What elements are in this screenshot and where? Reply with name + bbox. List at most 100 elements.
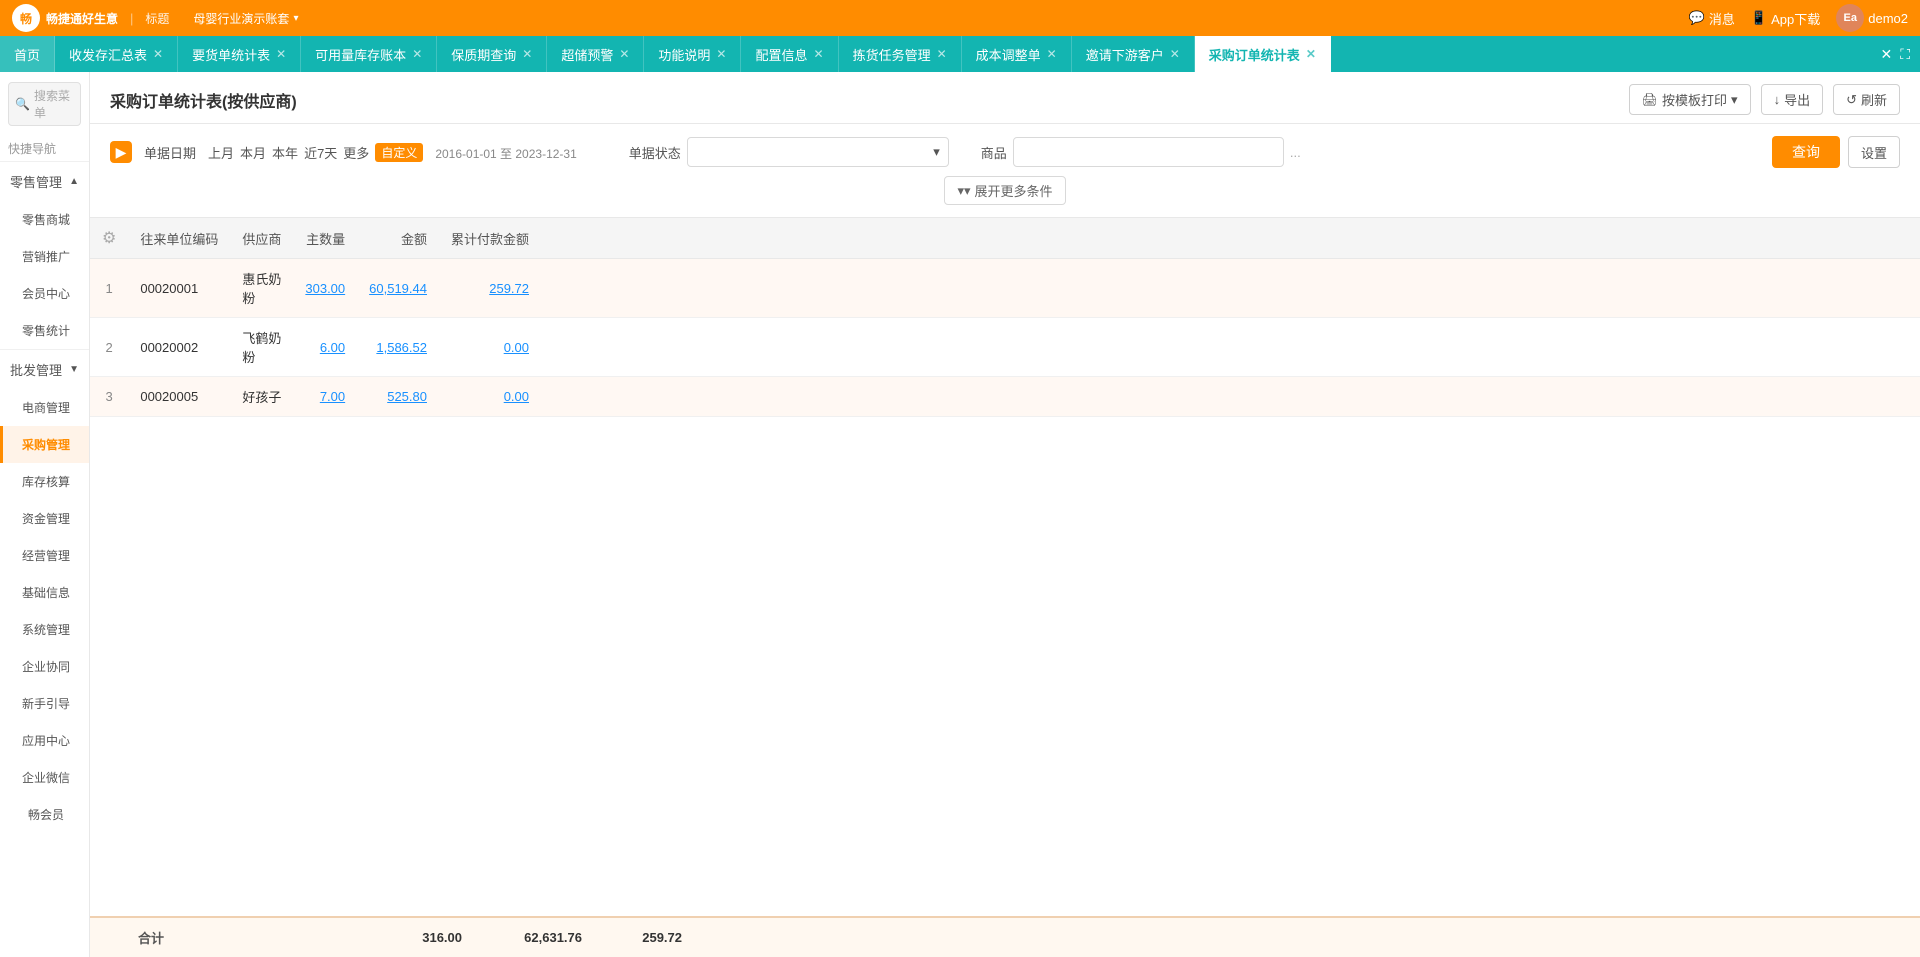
cell-amount[interactable]: 60,519.44 bbox=[357, 259, 439, 318]
shortcut-more[interactable]: 更多 bbox=[343, 143, 369, 162]
tab-cost-adj[interactable]: 成本调整单 ✕ bbox=[962, 36, 1072, 72]
tab-expiry[interactable]: 保质期查询 ✕ bbox=[437, 36, 547, 72]
tab-picking[interactable]: 拣货任务管理 ✕ bbox=[839, 36, 962, 72]
sidebar-item-wechat[interactable]: 企业微信 bbox=[0, 759, 89, 796]
table-body: 1 00020001 惠氏奶粉 303.00 60,519.44 259.72 … bbox=[90, 259, 1920, 417]
col-settings: ⚙ bbox=[90, 218, 128, 259]
sidebar-item-enterprise[interactable]: 企业协同 bbox=[0, 648, 89, 685]
cell-qty[interactable]: 7.00 bbox=[293, 377, 357, 417]
filter-more-row: ▾▾ 展开更多条件 bbox=[110, 176, 1900, 205]
sidebar-item-app-center[interactable]: 应用中心 bbox=[0, 722, 89, 759]
tab-close-icon[interactable]: ✕ bbox=[1306, 47, 1316, 61]
sidebar-item-purchase[interactable]: 采购管理 bbox=[0, 426, 89, 463]
shortcut-this-year[interactable]: 本年 bbox=[272, 143, 298, 162]
goods-more-icon[interactable]: ... bbox=[1290, 145, 1301, 160]
column-settings-icon[interactable]: ⚙ bbox=[102, 230, 116, 247]
tab-label: 成本调整单 bbox=[976, 45, 1041, 64]
tab-close-icon[interactable]: ✕ bbox=[619, 47, 629, 61]
tab-overstock[interactable]: 超储预警 ✕ bbox=[547, 36, 644, 72]
filter-toggle-btn[interactable]: ▶ bbox=[110, 141, 132, 163]
table-row: 1 00020001 惠氏奶粉 303.00 60,519.44 259.72 bbox=[90, 259, 1920, 318]
query-button[interactable]: 查询 bbox=[1772, 136, 1840, 168]
col-qty: 主数量 bbox=[293, 218, 357, 259]
shortcut-last-month[interactable]: 上月 bbox=[208, 143, 234, 162]
shortcut-7days[interactable]: 近7天 bbox=[304, 143, 337, 162]
tab-home[interactable]: 首页 bbox=[0, 36, 55, 72]
tab-config[interactable]: 配置信息 ✕ bbox=[741, 36, 838, 72]
sidebar-item-guide[interactable]: 新手引导 bbox=[0, 685, 89, 722]
user-avatar-btn[interactable]: Ea demo2 bbox=[1836, 4, 1908, 32]
print-button[interactable]: 🖨 按模板打印 ▾ bbox=[1629, 84, 1751, 115]
tab-receive-send[interactable]: 收发存汇总表 ✕ bbox=[55, 36, 178, 72]
goods-input[interactable] bbox=[1013, 137, 1284, 167]
sidebar-item-ecommerce[interactable]: 电商管理 bbox=[0, 389, 89, 426]
tab-label: 拣货任务管理 bbox=[853, 45, 931, 64]
col-paid: 累计付款金额 bbox=[439, 218, 541, 259]
cell-qty[interactable]: 6.00 bbox=[293, 318, 357, 377]
search-input[interactable]: 🔍 搜索菜单 bbox=[8, 82, 81, 126]
tab-close-icon[interactable]: ✕ bbox=[937, 47, 947, 61]
sidebar-item-label: 企业微信 bbox=[22, 769, 70, 786]
tab-close-icon[interactable]: ✕ bbox=[716, 47, 726, 61]
top-bar-right: 💬 消息 📱 App下载 Ea demo2 bbox=[1689, 4, 1908, 32]
status-select[interactable]: ▾ bbox=[687, 137, 949, 167]
tab-label: 可用量库存账本 bbox=[315, 45, 406, 64]
tab-close-icon[interactable]: ✕ bbox=[814, 47, 824, 61]
cell-extra bbox=[541, 259, 1920, 318]
tab-close-icon[interactable]: ✕ bbox=[1170, 47, 1180, 61]
tab-invite[interactable]: 邀请下游客户 ✕ bbox=[1072, 36, 1195, 72]
sidebar-item-member[interactable]: 会员中心 bbox=[0, 275, 89, 312]
tab-purchase-stats[interactable]: 采购订单统计表 ✕ bbox=[1195, 36, 1331, 72]
tab-available-stock[interactable]: 可用量库存账本 ✕ bbox=[301, 36, 437, 72]
settings-button[interactable]: 设置 bbox=[1848, 136, 1900, 168]
tab-close-icon[interactable]: ✕ bbox=[1047, 47, 1057, 61]
table-wrap: ⚙ 往来单位编码 供应商 主数量 金额 累计付款金额 1 00020001 惠氏… bbox=[90, 218, 1920, 916]
tab-label: 收发存汇总表 bbox=[69, 45, 147, 64]
sidebar-item-operation[interactable]: 经营管理 bbox=[0, 537, 89, 574]
sidebar-item-system[interactable]: 系统管理 bbox=[0, 611, 89, 648]
tab-purchase-order[interactable]: 要货单统计表 ✕ bbox=[178, 36, 301, 72]
sidebar-item-member2[interactable]: 畅会员 bbox=[0, 796, 89, 833]
sidebar-item-label: 营销推广 bbox=[22, 248, 70, 265]
sidebar-item-finance[interactable]: 资金管理 bbox=[0, 500, 89, 537]
sidebar-item-retail-shop[interactable]: 零售商城 bbox=[0, 201, 89, 238]
search-placeholder: 搜索菜单 bbox=[34, 87, 74, 121]
refresh-button[interactable]: ↺ 刷新 bbox=[1833, 84, 1900, 115]
tab-close-icon[interactable]: ✕ bbox=[276, 47, 286, 61]
sidebar-item-label: 畅会员 bbox=[28, 806, 64, 823]
tab-close-icon[interactable]: ✕ bbox=[412, 47, 422, 61]
cell-paid[interactable]: 0.00 bbox=[439, 318, 541, 377]
cell-paid[interactable]: 259.72 bbox=[439, 259, 541, 318]
tab-label: 保质期查询 bbox=[451, 45, 516, 64]
tab-function-desc[interactable]: 功能说明 ✕ bbox=[644, 36, 741, 72]
sidebar-item-retail-mgmt[interactable]: 零售管理 ▲ bbox=[0, 162, 89, 201]
cell-paid[interactable]: 0.00 bbox=[439, 377, 541, 417]
print-label: 按模板打印 bbox=[1662, 90, 1727, 109]
messages-btn[interactable]: 💬 消息 bbox=[1689, 9, 1735, 28]
chevron-up-icon: ▲ bbox=[69, 176, 79, 187]
cell-amount[interactable]: 525.80 bbox=[357, 377, 439, 417]
sidebar-item-label: 库存核算 bbox=[22, 473, 70, 490]
tab-close-icon[interactable]: ✕ bbox=[522, 47, 532, 61]
sidebar-item-retail-stats[interactable]: 零售统计 bbox=[0, 312, 89, 349]
shortcut-this-month[interactable]: 本月 bbox=[240, 143, 266, 162]
tab-close-icon[interactable]: ✕ bbox=[153, 47, 163, 61]
messages-label: 消息 bbox=[1709, 9, 1735, 28]
filter-goods-area: 商品 ... bbox=[981, 137, 1301, 167]
avatar-initials: Ea bbox=[1844, 12, 1857, 24]
shortcut-custom[interactable]: 自定义 bbox=[375, 143, 423, 162]
sidebar-item-inventory[interactable]: 库存核算 bbox=[0, 463, 89, 500]
cell-amount[interactable]: 1,586.52 bbox=[357, 318, 439, 377]
close-all-icon[interactable]: ✕ bbox=[1880, 46, 1892, 63]
cell-qty[interactable]: 303.00 bbox=[293, 259, 357, 318]
workspace-selector[interactable]: 母婴行业演示账套 ▾ bbox=[193, 10, 298, 27]
app-download-btn[interactable]: 📱 App下载 bbox=[1751, 9, 1820, 28]
sidebar-item-marketing[interactable]: 营销推广 bbox=[0, 238, 89, 275]
cell-code: 00020005 bbox=[128, 377, 230, 417]
sidebar-item-basic-info[interactable]: 基础信息 bbox=[0, 574, 89, 611]
sidebar-nav-title[interactable]: 快捷导航 bbox=[0, 132, 89, 161]
expand-more-btn[interactable]: ▾▾ 展开更多条件 bbox=[944, 176, 1065, 205]
expand-tabs-icon[interactable]: ⛶ bbox=[1900, 46, 1910, 63]
export-button[interactable]: ↓ 导出 bbox=[1761, 84, 1824, 115]
sidebar-item-wholesale-mgmt[interactable]: 批发管理 ▼ bbox=[0, 350, 89, 389]
